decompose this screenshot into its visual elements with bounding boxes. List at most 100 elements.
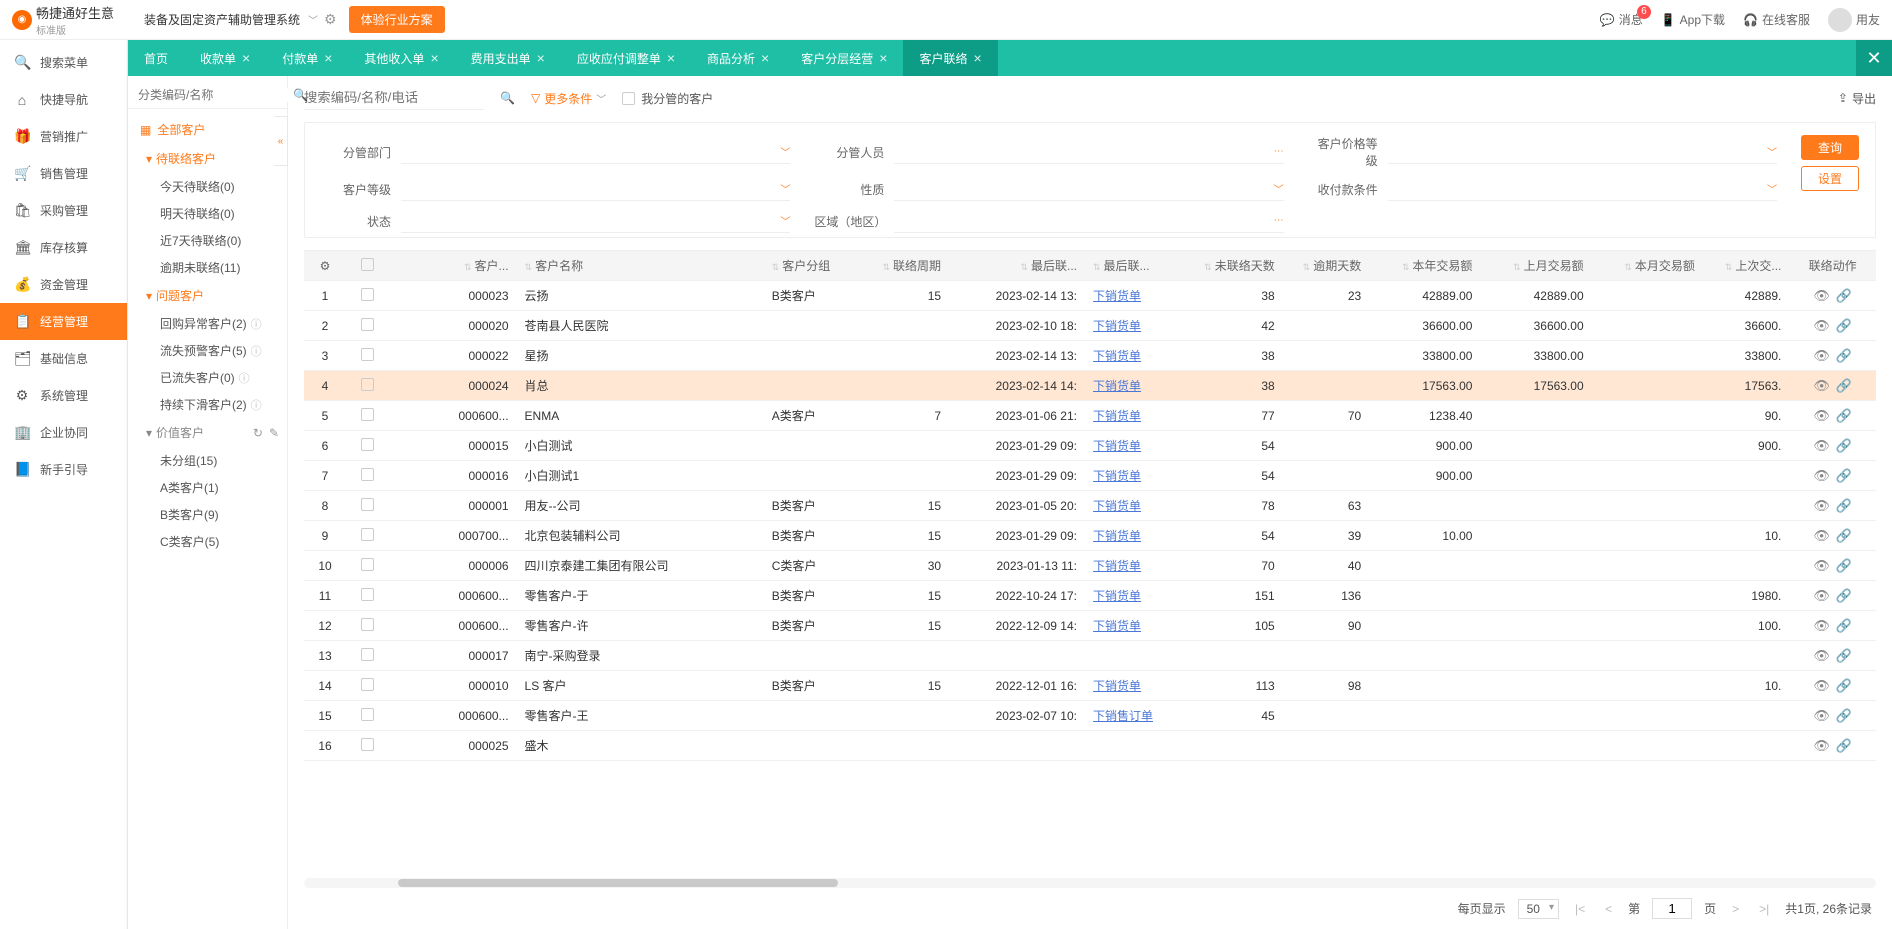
table-row[interactable]: 5000600...ENMAA类客户72023-01-06 21:下销货单777… (304, 401, 1876, 431)
last-type-link[interactable]: 下销售订单 (1093, 709, 1153, 723)
last-type-link[interactable]: 下销货单 (1093, 589, 1141, 603)
tab-7[interactable]: 客户分层经营× (785, 40, 903, 76)
table-row[interactable]: 1000023云扬B类客户152023-02-14 13:下销货单3823428… (304, 281, 1876, 311)
tree-leaf[interactable]: 未分组(15) (140, 447, 287, 474)
last-page-button[interactable]: >| (1755, 902, 1773, 916)
link-icon[interactable]: 🔗 (1836, 708, 1852, 723)
view-icon[interactable]: 👁 (1813, 498, 1830, 513)
th-6[interactable]: ⇅联络周期 (863, 251, 950, 281)
view-icon[interactable]: 👁 (1813, 678, 1830, 693)
tree-leaf[interactable]: 已流失客户(0)ⓘ (140, 364, 287, 391)
link-icon[interactable]: 🔗 (1836, 288, 1852, 303)
table-row[interactable]: 9000700...北京包装辅料公司B类客户152023-01-29 09:下销… (304, 521, 1876, 551)
row-checkbox[interactable] (361, 648, 374, 661)
table-row[interactable]: 4000024肖总2023-02-14 14:下销货单3817563.00175… (304, 371, 1876, 401)
view-icon[interactable]: 👁 (1813, 738, 1830, 753)
close-icon[interactable]: × (973, 50, 981, 66)
table-row[interactable]: 12000600...零售客户-许B类客户152022-12-09 14:下销货… (304, 611, 1876, 641)
table-row[interactable]: 10000006四川京泰建工集团有限公司C类客户302023-01-13 11:… (304, 551, 1876, 581)
nav-item-9[interactable]: ⚙系统管理 (0, 377, 127, 414)
row-checkbox[interactable] (361, 498, 374, 511)
messages-link[interactable]: 💬 消息 6 (1600, 11, 1643, 28)
close-icon[interactable]: × (537, 50, 545, 66)
last-type-link[interactable]: 下销货单 (1093, 469, 1141, 483)
view-icon[interactable]: 👁 (1813, 588, 1830, 603)
link-icon[interactable]: 🔗 (1836, 348, 1852, 363)
query-button[interactable]: 查询 (1801, 135, 1859, 160)
last-type-link[interactable]: 下销货单 (1093, 679, 1141, 693)
link-icon[interactable]: 🔗 (1836, 318, 1852, 333)
row-checkbox[interactable] (361, 468, 374, 481)
view-icon[interactable]: 👁 (1813, 468, 1830, 483)
more-conditions-toggle[interactable]: ▽ 更多条件 ﹀ (531, 90, 606, 107)
link-icon[interactable]: 🔗 (1836, 618, 1852, 633)
view-icon[interactable]: 👁 (1813, 618, 1830, 633)
th-15[interactable]: 联络动作 (1789, 251, 1876, 281)
table-row[interactable]: 7000016小白测试12023-01-29 09:下销货单54900.00👁🔗 (304, 461, 1876, 491)
close-icon[interactable]: × (667, 50, 675, 66)
close-icon[interactable]: × (242, 50, 250, 66)
tree-leaf[interactable]: A类客户(1) (140, 474, 287, 501)
scrollbar-thumb[interactable] (398, 879, 838, 887)
th-4[interactable]: ⇅客户名称 (517, 251, 764, 281)
table-row[interactable]: 2000020苍南县人民医院2023-02-10 18:下销货单4236600.… (304, 311, 1876, 341)
view-icon[interactable]: 👁 (1813, 708, 1830, 723)
th-14[interactable]: ⇅上次交... (1703, 251, 1790, 281)
row-checkbox[interactable] (361, 678, 374, 691)
help-icon[interactable]: ⓘ (251, 397, 262, 413)
tab-4[interactable]: 费用支出单× (455, 40, 561, 76)
tab-3[interactable]: 其他收入单× (348, 40, 454, 76)
last-type-link[interactable]: 下销货单 (1093, 349, 1141, 363)
last-type-link[interactable]: 下销货单 (1093, 379, 1141, 393)
close-icon[interactable]: × (430, 50, 438, 66)
first-page-button[interactable]: |< (1571, 902, 1589, 916)
my-customers-checkbox[interactable]: 我分管的客户 (622, 90, 713, 107)
table-row[interactable]: 15000600...零售客户-王2023-02-07 10:下销售订单45👁🔗 (304, 701, 1876, 731)
th-12[interactable]: ⇅上月交易额 (1480, 251, 1591, 281)
table-row[interactable]: 11000600...零售客户-于B类客户152022-10-24 17:下销货… (304, 581, 1876, 611)
tree-group-1[interactable]: ▾问题客户 (140, 281, 287, 310)
close-icon[interactable]: × (761, 50, 769, 66)
last-type-link[interactable]: 下销货单 (1093, 529, 1141, 543)
row-checkbox[interactable] (361, 438, 374, 451)
view-icon[interactable]: 👁 (1813, 408, 1830, 423)
input-dept[interactable]: ﹀ (401, 140, 790, 164)
th-0[interactable]: ⚙ (304, 251, 346, 281)
table-row[interactable]: 6000015小白测试2023-01-29 09:下销货单54900.00900… (304, 431, 1876, 461)
link-icon[interactable]: 🔗 (1836, 498, 1852, 513)
last-type-link[interactable]: 下销货单 (1093, 559, 1141, 573)
row-checkbox[interactable] (361, 708, 374, 721)
horizontal-scrollbar[interactable] (304, 878, 1876, 888)
view-icon[interactable]: 👁 (1813, 558, 1830, 573)
close-icon[interactable]: × (324, 50, 332, 66)
gear-icon[interactable]: ⚙ (324, 11, 337, 28)
table-row[interactable]: 14000010LS 客户B类客户152022-12-01 16:下销货单113… (304, 671, 1876, 701)
input-pay-term[interactable]: ﹀ (1388, 177, 1777, 201)
tree-group-0[interactable]: ▾待联络客户 (140, 144, 287, 173)
nav-item-6[interactable]: 💰资金管理 (0, 266, 127, 303)
tree-group-2[interactable]: ▾价值客户↻✎ (140, 418, 287, 447)
th-2[interactable] (388, 251, 430, 281)
gear-icon[interactable]: ⚙ (320, 259, 331, 273)
input-price-level[interactable]: ﹀ (1388, 140, 1777, 164)
th-1[interactable] (346, 251, 388, 281)
row-checkbox[interactable] (361, 558, 374, 571)
table-wrap[interactable]: ⚙⇅客户...⇅客户名称⇅客户分组⇅联络周期⇅最后联...⇅最后联...⇅未联络… (304, 250, 1876, 878)
link-icon[interactable]: 🔗 (1836, 408, 1852, 423)
last-type-link[interactable]: 下销货单 (1093, 289, 1141, 303)
row-checkbox[interactable] (361, 348, 374, 361)
search-icon[interactable]: 🔍 (500, 91, 515, 105)
tree-leaf[interactable]: 流失预警客户(5)ⓘ (140, 337, 287, 364)
search-icon[interactable]: 🔍 (293, 88, 308, 102)
tab-5[interactable]: 应收应付调整单× (561, 40, 691, 76)
input-region[interactable]: ⋯ (894, 209, 1283, 233)
online-service-link[interactable]: 🎧 在线客服 (1743, 11, 1810, 28)
th-7[interactable]: ⇅最后联... (949, 251, 1085, 281)
table-row[interactable]: 3000022星扬2023-02-14 13:下销货单3833800.00338… (304, 341, 1876, 371)
settings-button[interactable]: 设置 (1801, 166, 1859, 191)
tab-6[interactable]: 商品分析× (691, 40, 785, 76)
export-button[interactable]: ⇪ 导出 (1838, 90, 1876, 107)
category-search-input[interactable] (138, 88, 293, 102)
tree-root[interactable]: ▦ 全部客户 (140, 115, 287, 144)
input-status[interactable]: ﹀ (401, 209, 790, 233)
